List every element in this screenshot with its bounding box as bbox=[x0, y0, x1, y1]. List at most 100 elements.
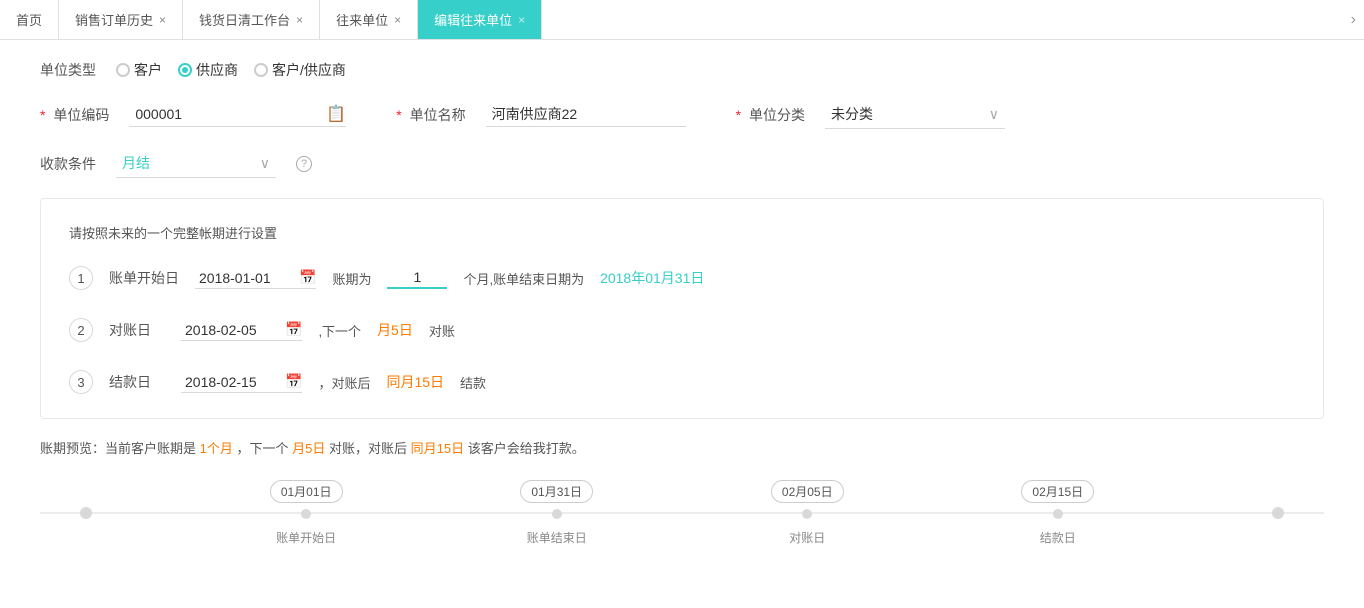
start-date-wrap: 📅 bbox=[195, 268, 316, 289]
timeline-node-1: 01月01日 账单开始日 bbox=[270, 480, 343, 546]
reconcile-prefix: ,下一个 bbox=[318, 321, 361, 340]
unit-category-select[interactable]: 未分类 ∨ bbox=[825, 100, 1005, 129]
section-box: 请按照未来的一个完整帐期进行设置 1 账单开始日 📅 账期为 个月,账单结束日期… bbox=[40, 198, 1324, 419]
period-label-1: 账单开始日 bbox=[109, 268, 179, 288]
timeline-badge-1: 01月01日 bbox=[270, 480, 343, 503]
preview-highlight2: 同月15日 bbox=[411, 441, 464, 456]
settle-suffix: 结款 bbox=[460, 373, 486, 392]
settle-date-calendar-icon[interactable]: 📅 bbox=[285, 373, 302, 390]
radio-customer-label: 客户 bbox=[134, 60, 162, 80]
tab-sales-history[interactable]: 销售订单历史 × bbox=[59, 0, 183, 39]
tab-cash-work-close[interactable]: × bbox=[296, 13, 303, 27]
required-star-name: * bbox=[396, 107, 401, 123]
tab-contacts-close[interactable]: × bbox=[394, 13, 401, 27]
tab-contacts[interactable]: 往来单位 × bbox=[320, 0, 418, 39]
timeline-badge-2: 01月31日 bbox=[520, 480, 593, 503]
timeline-end-dot bbox=[1272, 507, 1284, 519]
category-dropdown-icon: ∨ bbox=[989, 106, 999, 123]
payment-dropdown-icon: ∨ bbox=[260, 155, 270, 172]
preview-text: 账期预览：当前客户账期是 1个月 ，下一个 月5日 对账，对账后 同月15日 该… bbox=[40, 439, 1324, 460]
radio-both-circle bbox=[254, 63, 268, 77]
timeline-node-end-dot bbox=[1272, 507, 1284, 519]
timeline-badge-3: 02月05日 bbox=[771, 480, 844, 503]
timeline-node-3: 02月05日 对账日 bbox=[771, 480, 844, 546]
preview-mid1: ，下一个 bbox=[237, 441, 289, 456]
timeline-node-4: 02月15日 结款日 bbox=[1021, 480, 1094, 546]
timeline-start-dot bbox=[80, 507, 92, 519]
tab-cash-work-label: 钱货日清工作台 bbox=[199, 10, 290, 29]
period-text-months: 个月,账单结束日期为 bbox=[463, 269, 584, 288]
payment-terms-row: 收款条件 月结 ∨ ? bbox=[40, 149, 1324, 178]
tab-sales-history-close[interactable]: × bbox=[159, 13, 166, 27]
timeline-dot-4 bbox=[1053, 509, 1063, 519]
settle-date-wrap: 📅 bbox=[181, 372, 302, 393]
radio-supplier-label: 供应商 bbox=[196, 60, 238, 80]
preview-suffix: 该客户会给我打款。 bbox=[468, 441, 585, 456]
tab-home[interactable]: 首页 bbox=[0, 0, 59, 39]
months-input[interactable] bbox=[387, 267, 447, 289]
payment-terms-label: 收款条件 bbox=[40, 154, 96, 174]
tab-sales-history-label: 销售订单历史 bbox=[75, 10, 153, 29]
tab-edit-contacts-label: 编辑往来单位 bbox=[434, 10, 512, 29]
unit-category-value: 未分类 bbox=[831, 104, 983, 124]
period-text-accounts: 账期为 bbox=[332, 269, 371, 288]
reconcile-date-calendar-icon[interactable]: 📅 bbox=[285, 321, 302, 338]
period-num-1: 1 bbox=[69, 266, 93, 290]
payment-terms-select[interactable]: 月结 ∨ bbox=[116, 149, 276, 178]
period-row-3: 3 结款日 📅 ，对账后 同月15日 结款 bbox=[69, 370, 1295, 394]
tab-arrow[interactable]: › bbox=[1343, 0, 1364, 39]
section-title: 请按照未来的一个完整帐期进行设置 bbox=[69, 223, 1295, 242]
main-content: 单位类型 客户 供应商 客户/供应商 * 单位编码 📋 * bbox=[0, 40, 1364, 608]
unit-type-label: 单位类型 bbox=[40, 60, 96, 80]
reconcile-date-wrap: 📅 bbox=[181, 320, 302, 341]
reconcile-suffix: 对账 bbox=[429, 321, 455, 340]
unit-code-calendar-icon[interactable]: 📋 bbox=[326, 104, 346, 124]
timeline-dot-1 bbox=[301, 509, 311, 519]
timeline-label-2: 账单结束日 bbox=[527, 529, 587, 546]
start-date-calendar-icon[interactable]: 📅 bbox=[299, 269, 316, 286]
period-row-2: 2 对账日 📅 ,下一个 月5日 对账 bbox=[69, 318, 1295, 342]
question-icon[interactable]: ? bbox=[296, 156, 312, 172]
preview-prefix: 账期预览：当前客户账期是 bbox=[40, 441, 196, 456]
radio-customer-circle bbox=[116, 63, 130, 77]
tab-edit-contacts-close[interactable]: × bbox=[518, 13, 525, 27]
timeline: 01月01日 账单开始日 01月31日 账单结束日 02月05日 对账日 02月… bbox=[40, 480, 1324, 546]
unit-code-input-wrap: 📋 bbox=[129, 102, 346, 127]
timeline-label-4: 结款日 bbox=[1040, 529, 1076, 546]
unit-category-label: * 单位分类 bbox=[736, 105, 805, 125]
radio-both[interactable]: 客户/供应商 bbox=[254, 60, 346, 80]
timeline-node-start-dot bbox=[80, 507, 92, 519]
unit-info-row: * 单位编码 📋 * 单位名称 * 单位分类 未分类 ∨ bbox=[40, 100, 1324, 129]
payment-terms-value: 月结 bbox=[122, 153, 254, 173]
settle-date-input[interactable] bbox=[181, 372, 281, 392]
timeline-dot-2 bbox=[552, 509, 562, 519]
timeline-nodes: 01月01日 账单开始日 01月31日 账单结束日 02月05日 对账日 02月… bbox=[80, 480, 1284, 546]
tab-edit-contacts[interactable]: 编辑往来单位 × bbox=[418, 0, 542, 39]
radio-both-label: 客户/供应商 bbox=[272, 60, 346, 80]
period-row-1: 1 账单开始日 📅 账期为 个月,账单结束日期为 2018年01月31日 bbox=[69, 266, 1295, 290]
unit-name-input[interactable] bbox=[486, 102, 686, 127]
tab-cash-work[interactable]: 钱货日清工作台 × bbox=[183, 0, 320, 39]
unit-type-row: 单位类型 客户 供应商 客户/供应商 bbox=[40, 60, 1324, 80]
period-num-2: 2 bbox=[69, 318, 93, 342]
reconcile-date-input[interactable] bbox=[181, 320, 281, 340]
settle-prefix: ，对账后 bbox=[318, 373, 370, 392]
tabs-bar: 首页 销售订单历史 × 钱货日清工作台 × 往来单位 × 编辑往来单位 × › bbox=[0, 0, 1364, 40]
preview-mid2: 对账，对账后 bbox=[329, 441, 407, 456]
start-date-input[interactable] bbox=[195, 268, 295, 288]
timeline-label-1: 账单开始日 bbox=[276, 529, 336, 546]
reconcile-day-highlight: 月5日 bbox=[377, 320, 413, 340]
end-date-highlight: 2018年01月31日 bbox=[600, 268, 704, 288]
timeline-dot-3 bbox=[802, 509, 812, 519]
timeline-badge-4: 02月15日 bbox=[1021, 480, 1094, 503]
radio-supplier[interactable]: 供应商 bbox=[178, 60, 238, 80]
timeline-node-2: 01月31日 账单结束日 bbox=[520, 480, 593, 546]
unit-code-input[interactable] bbox=[129, 102, 322, 126]
preview-period: 1个月 bbox=[200, 441, 233, 456]
settle-day-highlight: 同月15日 bbox=[386, 372, 444, 392]
preview-highlight1: 月5日 bbox=[292, 441, 325, 456]
period-num-3: 3 bbox=[69, 370, 93, 394]
radio-customer[interactable]: 客户 bbox=[116, 60, 162, 80]
unit-type-radio-group: 客户 供应商 客户/供应商 bbox=[116, 60, 346, 80]
unit-name-label: * 单位名称 bbox=[396, 105, 465, 125]
